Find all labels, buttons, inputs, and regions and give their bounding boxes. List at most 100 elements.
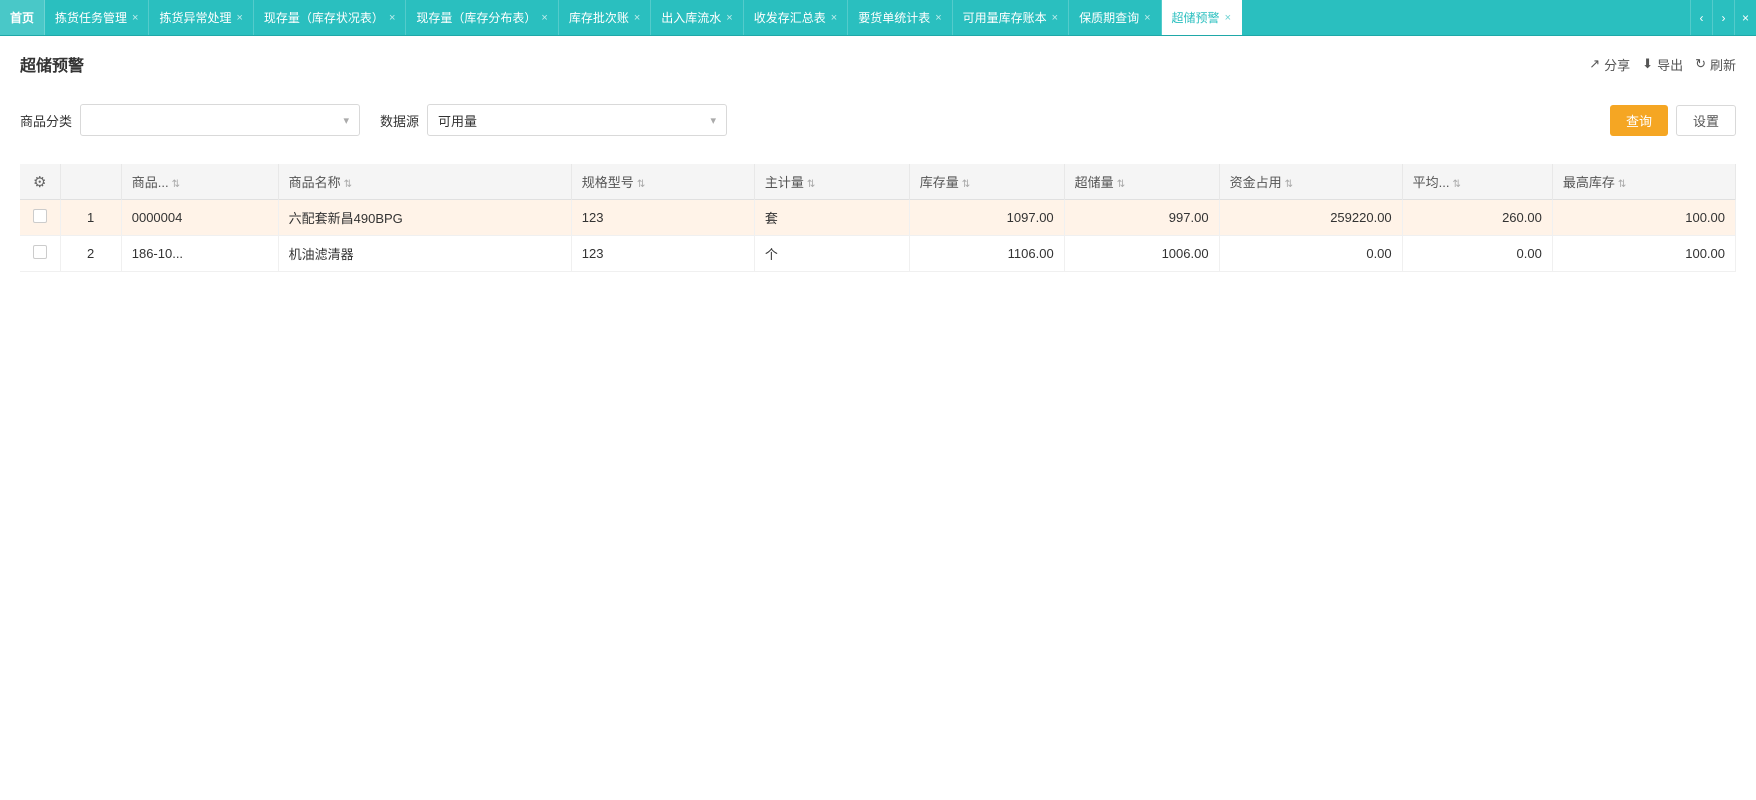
query-button[interactable]: 查询 (1610, 105, 1668, 136)
nav-tab-label: 保质期查询 (1079, 9, 1139, 26)
nav-prev-arrow[interactable]: ‹ (1690, 0, 1712, 36)
row-name: 机油滤清器 (278, 236, 571, 272)
sort-icon-avg: ⇅ (1453, 179, 1461, 190)
nav-tab-label: 要货单统计表 (858, 9, 930, 26)
row-checkbox[interactable] (33, 245, 47, 259)
row-max: 100.00 (1552, 236, 1735, 272)
row-code: 186-10... (121, 236, 278, 272)
table-row: 2186-10...机油滤清器123个1106.001006.000.000.0… (20, 236, 1736, 272)
row-unit: 个 (754, 236, 909, 272)
filter-actions: 查询 设置 (1610, 105, 1736, 136)
filter-category: 商品分类 ▾ (20, 104, 360, 136)
th-over[interactable]: 超储量⇅ (1064, 164, 1219, 200)
filter-area: 商品分类 ▾ 数据源 可用量 ▾ 查询 设置 (20, 92, 1736, 148)
nav-tab-close-icon[interactable]: × (1144, 12, 1150, 24)
th-unit[interactable]: 主计量⇅ (754, 164, 909, 200)
nav-tab-tab-9[interactable]: 可用量库存账本 × (953, 0, 1069, 35)
datasource-chevron-icon: ▾ (711, 114, 717, 127)
refresh-icon: ↻ (1695, 56, 1706, 72)
nav-tab-label: 收发存汇总表 (754, 9, 826, 26)
export-icon: ⬇ (1642, 56, 1653, 72)
category-select[interactable]: ▾ (80, 104, 360, 136)
row-avg: 0.00 (1402, 236, 1552, 272)
th-index (60, 164, 121, 200)
row-unit: 套 (754, 200, 909, 236)
nav-tab-close-icon[interactable]: × (1225, 12, 1231, 24)
th-capital[interactable]: 资金占用⇅ (1219, 164, 1402, 200)
row-avg: 260.00 (1402, 200, 1552, 236)
row-checkbox-cell[interactable] (20, 236, 60, 272)
sort-icon-name: ⇅ (344, 179, 352, 190)
datasource-label: 数据源 (380, 111, 419, 130)
nav-tab-close-icon[interactable]: × (634, 12, 640, 24)
row-stock: 1106.00 (909, 236, 1064, 272)
datasource-select-value: 可用量 (438, 111, 477, 130)
nav-next-arrow[interactable]: › (1712, 0, 1734, 36)
row-index: 1 (60, 200, 121, 236)
row-name: 六配套新昌490BPG (278, 200, 571, 236)
row-capital: 0.00 (1219, 236, 1402, 272)
category-label: 商品分类 (20, 111, 72, 130)
th-code[interactable]: 商品...⇅ (121, 164, 278, 200)
datasource-select[interactable]: 可用量 ▾ (427, 104, 727, 136)
th-stock[interactable]: 库存量⇅ (909, 164, 1064, 200)
nav-tab-label: 拣货任务管理 (55, 9, 127, 26)
nav-tab-tab-8[interactable]: 要货单统计表 × (848, 0, 952, 35)
nav-tab-tab-10[interactable]: 保质期查询 × (1069, 0, 1161, 35)
nav-tab-close-icon[interactable]: × (831, 12, 837, 24)
nav-tab-close-icon[interactable]: × (935, 12, 941, 24)
sort-icon-unit: ⇅ (807, 179, 815, 190)
settings-gear-icon[interactable]: ⚙ (33, 174, 46, 191)
nav-tab-close-icon[interactable]: × (236, 12, 242, 24)
table-header: ⚙ 商品...⇅ 商品名称⇅ 规格型号⇅ 主计量⇅ 库存量⇅ 超储量⇅ 资金占用… (20, 164, 1736, 200)
category-chevron-icon: ▾ (343, 114, 349, 127)
nav-tab-tab-1[interactable]: 拣货任务管理 × (45, 0, 149, 35)
row-capital: 259220.00 (1219, 200, 1402, 236)
nav-tab-tab-2[interactable]: 拣货异常处理 × (149, 0, 253, 35)
nav-tab-label: 可用量库存账本 (963, 9, 1047, 26)
nav-tab-close-icon[interactable]: × (389, 12, 395, 24)
table-row: 10000004六配套新昌490BPG123套1097.00997.002592… (20, 200, 1736, 236)
row-max: 100.00 (1552, 200, 1735, 236)
th-avg[interactable]: 平均...⇅ (1402, 164, 1552, 200)
sort-icon-code: ⇅ (172, 179, 180, 190)
th-spec[interactable]: 规格型号⇅ (571, 164, 754, 200)
data-table: ⚙ 商品...⇅ 商品名称⇅ 规格型号⇅ 主计量⇅ 库存量⇅ 超储量⇅ 资金占用… (20, 164, 1736, 272)
nav-tab-tab-4[interactable]: 现存量（库存分布表）× (406, 0, 558, 35)
th-settings[interactable]: ⚙ (20, 164, 60, 200)
nav-tab-close-icon[interactable]: × (726, 12, 732, 24)
nav-tab-label: 超储预警 (1172, 9, 1220, 26)
row-checkbox[interactable] (33, 209, 47, 223)
th-name[interactable]: 商品名称⇅ (278, 164, 571, 200)
filter-datasource: 数据源 可用量 ▾ (380, 104, 727, 136)
sort-icon-spec: ⇅ (637, 179, 645, 190)
nav-tab-tab-7[interactable]: 收发存汇总表 × (744, 0, 848, 35)
row-checkbox-cell[interactable] (20, 200, 60, 236)
nav-tab-tab-5[interactable]: 库存批次账× (559, 0, 651, 35)
table-header-row: ⚙ 商品...⇅ 商品名称⇅ 规格型号⇅ 主计量⇅ 库存量⇅ 超储量⇅ 资金占用… (20, 164, 1736, 200)
row-spec: 123 (571, 200, 754, 236)
row-spec: 123 (571, 236, 754, 272)
refresh-label: 刷新 (1710, 55, 1736, 74)
sort-icon-capital: ⇅ (1285, 179, 1293, 190)
header-actions: ↗ 分享 ⬇ 导出 ↻ 刷新 (1589, 55, 1736, 74)
nav-tab-tab-11[interactable]: 超储预警 × (1162, 0, 1242, 35)
row-over: 1006.00 (1064, 236, 1219, 272)
export-button[interactable]: ⬇ 导出 (1642, 55, 1683, 74)
table-body: 10000004六配套新昌490BPG123套1097.00997.002592… (20, 200, 1736, 272)
nav-tab-tab-3[interactable]: 现存量（库存状况表）× (254, 0, 406, 35)
nav-tab-label: 拣货异常处理 (159, 9, 231, 26)
th-max[interactable]: 最高库存⇅ (1552, 164, 1735, 200)
nav-close-arrow[interactable]: × (1734, 0, 1756, 36)
share-button[interactable]: ↗ 分享 (1589, 55, 1630, 74)
nav-tab-close-icon[interactable]: × (541, 12, 547, 24)
top-navigation: 首页 拣货任务管理×拣货异常处理×现存量（库存状况表）×现存量（库存分布表）×库… (0, 0, 1756, 36)
refresh-button[interactable]: ↻ 刷新 (1695, 55, 1736, 74)
settings-button[interactable]: 设置 (1676, 105, 1736, 136)
nav-tab-tab-6[interactable]: 出入库流水 × (651, 0, 743, 35)
page-title: 超储预警 (20, 52, 84, 76)
nav-tab-close-icon[interactable]: × (132, 12, 138, 24)
nav-tab-close-icon[interactable]: × (1052, 12, 1058, 24)
nav-home[interactable]: 首页 (0, 0, 45, 35)
nav-tab-label: 出入库流水 (661, 9, 721, 26)
